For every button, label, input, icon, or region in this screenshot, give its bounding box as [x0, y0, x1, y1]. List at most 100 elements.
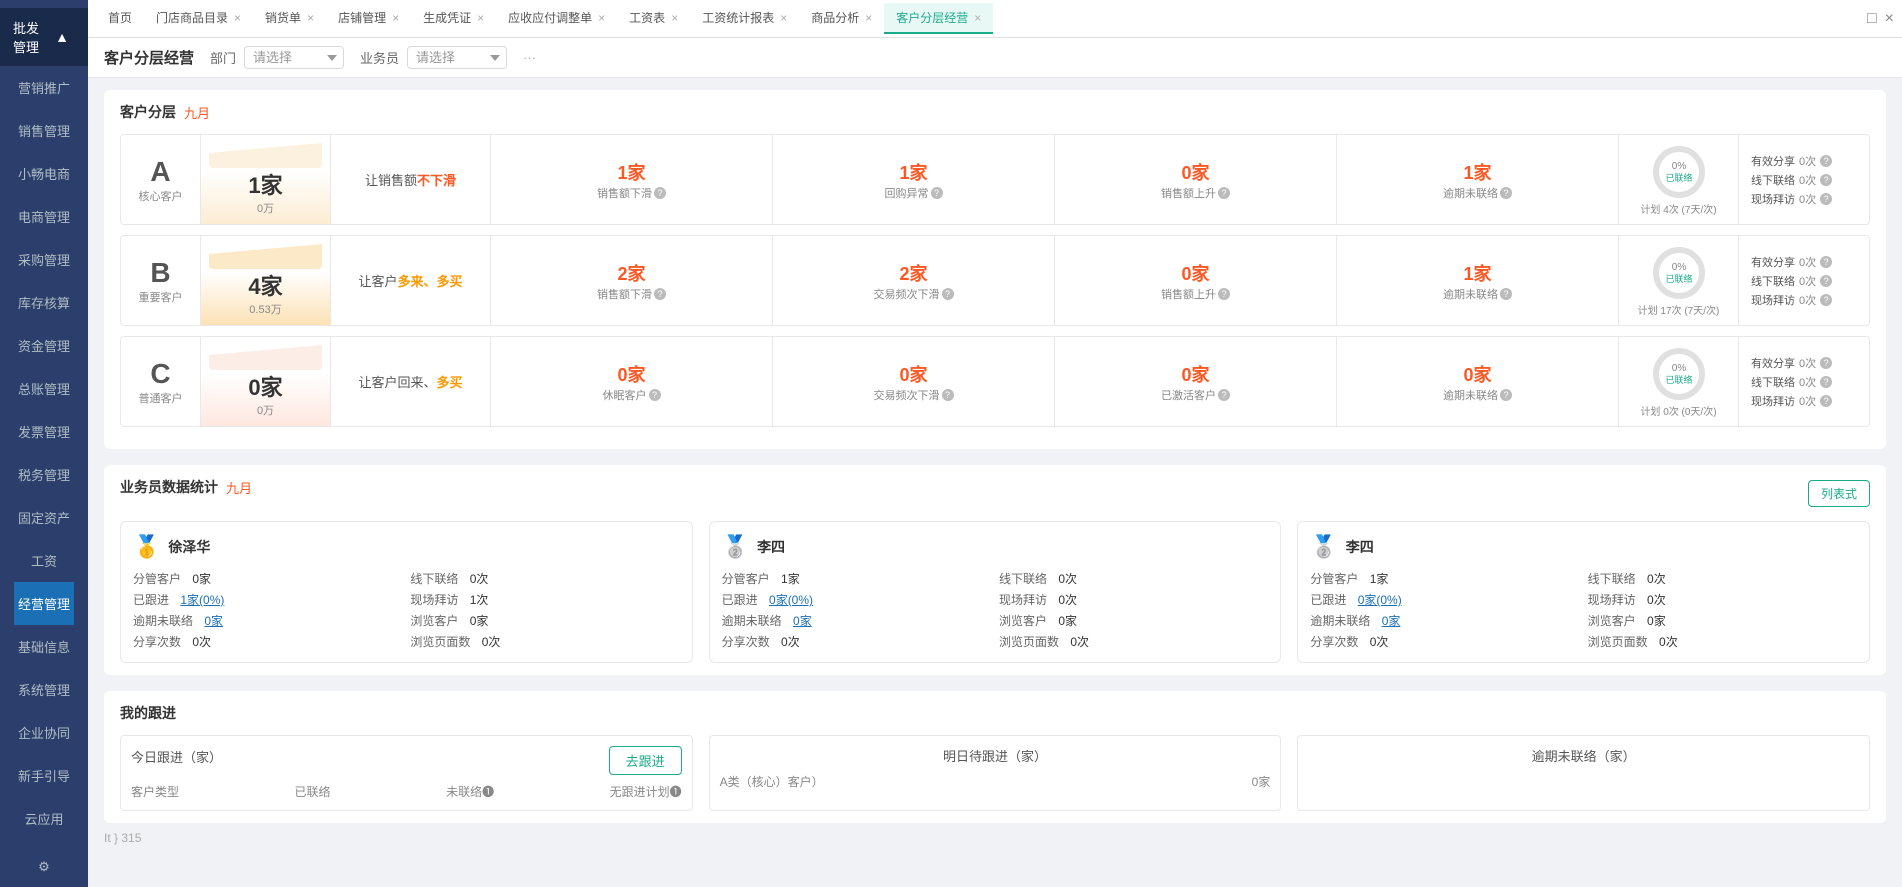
sidebar-item-qiye[interactable]: 企业协同	[14, 711, 74, 754]
tier-count-B[interactable]: 4家 0.53万	[201, 236, 331, 325]
tier-count-C[interactable]: 0家 0万	[201, 337, 331, 426]
tier-stat-C-1[interactable]: 0家 交易频次下滑 ?	[773, 337, 1055, 426]
biz-stat-val-staff3-2-1: 0家	[1647, 612, 1666, 629]
tab-close-payroll[interactable]: ×	[671, 11, 678, 25]
tab-close-customer_tier[interactable]: ×	[974, 11, 981, 25]
sidebar-item-zijin[interactable]: 资金管理	[14, 324, 74, 367]
tab-customer_tier[interactable]: 客户分层经营×	[884, 3, 993, 34]
tier-stat-label-B-3: 逾期未联络 ?	[1443, 286, 1512, 302]
more-filters-icon[interactable]: ···	[523, 50, 536, 65]
tier-letter-B: B	[150, 257, 170, 289]
dept-filter-group: 部门 请选择	[210, 46, 344, 69]
tab-payroll[interactable]: 工资表×	[617, 3, 690, 34]
tab-close-ar_adjust[interactable]: ×	[598, 11, 605, 25]
sidebar-item-xinshou[interactable]: 新手引导	[14, 754, 74, 797]
tier-row-C: C普通客户 0家 0万 让客户回来、多买 0家 休眠客户 ? 0家 交易频次下滑…	[120, 336, 1870, 427]
tab-home[interactable]: 首页	[96, 3, 144, 34]
sidebar-item-caigou[interactable]: 采购管理	[14, 238, 74, 281]
tab-ar_adjust[interactable]: 应收应付调整单×	[496, 3, 617, 34]
biz-stat-val-staff3-1-0[interactable]: 0家(0%)	[1358, 591, 1402, 608]
list-view-button[interactable]: 列表式	[1808, 480, 1870, 507]
sidebar-item-gudingzichan[interactable]: 固定资产	[14, 496, 74, 539]
tab-close-store_products[interactable]: ×	[234, 11, 241, 25]
sidebar-item-yun[interactable]: 云应用	[14, 797, 74, 840]
tab-close-sales_order[interactable]: ×	[307, 11, 314, 25]
right-stat-C-0: 有效分享 0次 ?	[1751, 355, 1857, 371]
tab-voucher[interactable]: 生成凭证×	[411, 3, 496, 34]
tab-store_products[interactable]: 门店商品目录×	[144, 3, 253, 34]
tab-sales_order[interactable]: 销货单×	[253, 3, 326, 34]
sidebar-settings[interactable]: ⚙	[0, 847, 88, 887]
biz-stat-val-staff1-0-0: 0家	[192, 570, 211, 587]
tier-stat-A-0[interactable]: 1家 销售额下滑 ?	[491, 135, 773, 224]
info-icon-B-3: ?	[1500, 288, 1512, 300]
sidebar-item-gongzi[interactable]: 工资	[14, 539, 74, 582]
sidebar-item-xiaodian[interactable]: 小畅电商	[14, 152, 74, 195]
tier-stat-C-2[interactable]: 0家 已激活客户 ?	[1055, 337, 1337, 426]
sidebar-item-jingying[interactable]: 经营管理	[14, 582, 74, 625]
tier-count-A[interactable]: 1家 0万	[201, 135, 331, 224]
info-icon-B-2: ?	[1218, 288, 1230, 300]
circle-chart-C: 0% 已联络	[1650, 345, 1708, 403]
tier-stat-A-1[interactable]: 1家 回购异常 ?	[773, 135, 1055, 224]
biz-stat-label-staff2-0-1: 线下联络	[999, 570, 1047, 587]
tier-stat-A-2[interactable]: 0家 销售额上升 ?	[1055, 135, 1337, 224]
close-window-icon[interactable]: ×	[1885, 10, 1894, 28]
biz-stat-val-staff2-0-0: 1家	[781, 570, 800, 587]
sidebar-item-zhangbu[interactable]: 总账管理	[14, 367, 74, 410]
tab-bar: 首页门店商品目录×销货单×店铺管理×生成凭证×应收应付调整单×工资表×工资统计报…	[88, 0, 1902, 38]
staff-label: 业务员	[360, 48, 399, 67]
biz-stat-label-staff3-1-0: 已跟进	[1310, 591, 1346, 608]
sidebar-item-shuiwu[interactable]: 税务管理	[14, 453, 74, 496]
biz-stat-val-staff1-3-0: 0次	[192, 633, 211, 650]
tier-circle-B[interactable]: 0% 已联络 计划 17次 (7天/次)	[1619, 236, 1739, 325]
tab-close-payroll_report[interactable]: ×	[780, 11, 787, 25]
tier-circle-C[interactable]: 0% 已联络 计划 0次 (0天/次)	[1619, 337, 1739, 426]
restore-icon[interactable]: □	[1867, 10, 1877, 28]
tab-payroll_report[interactable]: 工资统计报表×	[690, 3, 799, 34]
goto-followup-button[interactable]: 去跟进	[609, 746, 682, 775]
page-title: 客户分层经营	[104, 47, 194, 68]
customer-month-badge: 九月	[184, 103, 210, 122]
right-stat-info-A-2: ?	[1820, 193, 1832, 205]
tab-close-product_analysis[interactable]: ×	[865, 11, 872, 25]
tier-stat-B-3[interactable]: 1家 逾期未联络 ?	[1337, 236, 1619, 325]
tier-stat-A-3[interactable]: 1家 逾期未联络 ?	[1337, 135, 1619, 224]
biz-stat-val-staff3-2-0[interactable]: 0家	[1382, 612, 1401, 629]
tier-slogan-B: 让客户多来、多买	[331, 236, 491, 325]
biz-stat-val-staff1-1-0[interactable]: 1家(0%)	[180, 591, 224, 608]
tier-stat-C-0[interactable]: 0家 休眠客户 ?	[491, 337, 773, 426]
staff-name-staff2: 李四	[757, 537, 785, 557]
biz-stat-val-staff1-2-0[interactable]: 0家	[204, 612, 223, 629]
tier-stat-B-2[interactable]: 0家 销售额上升 ?	[1055, 236, 1337, 325]
right-stat-C-1: 线下联络 0次 ?	[1751, 374, 1857, 390]
sidebar-item-xitong[interactable]: 系统管理	[14, 668, 74, 711]
tab-close-store_mgmt[interactable]: ×	[392, 11, 399, 25]
sidebar-item-dianshang[interactable]: 电商管理	[14, 195, 74, 238]
biz-stat-label-staff2-1-1: 现场拜访	[999, 591, 1047, 608]
staff-select[interactable]: 请选择	[407, 46, 507, 69]
tier-name-A: 核心客户	[139, 188, 183, 204]
biz-stat-val-staff2-2-0[interactable]: 0家	[793, 612, 812, 629]
sidebar-item-kucun[interactable]: 库存核算	[14, 281, 74, 324]
biz-stat-staff2-0-0: 分管客户 1家	[722, 570, 991, 587]
biz-stat-val-staff2-1-0[interactable]: 0家(0%)	[769, 591, 813, 608]
biz-stats-grid-staff3: 分管客户 1家线下联络 0次已跟进 0家(0%)现场拜访 0次逾期未联络 0家浏…	[1310, 570, 1857, 650]
tab-close-voucher[interactable]: ×	[477, 11, 484, 25]
tier-circle-A[interactable]: 0% 已联络 计划 4次 (7天/次)	[1619, 135, 1739, 224]
tier-stat-label-A-1: 回购异常 ?	[885, 185, 943, 201]
tier-stat-B-0[interactable]: 2家 销售额下滑 ?	[491, 236, 773, 325]
sidebar-item-yingxiao[interactable]: 营销推广	[14, 66, 74, 109]
sidebar-item-xiaoshou[interactable]: 销售管理	[14, 109, 74, 152]
tab-store_mgmt[interactable]: 店铺管理×	[326, 3, 411, 34]
sidebar-collapse-icon[interactable]: ▲	[44, 29, 80, 45]
biz-stat-val-staff1-2-1: 0家	[470, 612, 489, 629]
biz-stat-label-staff3-0-1: 线下联络	[1588, 570, 1636, 587]
tab-product_analysis[interactable]: 商品分析×	[799, 3, 884, 34]
right-stat-info-B-0: ?	[1820, 256, 1832, 268]
sidebar-item-fapiao[interactable]: 发票管理	[14, 410, 74, 453]
dept-select[interactable]: 请选择	[244, 46, 344, 69]
sidebar-item-jichu[interactable]: 基础信息	[14, 625, 74, 668]
tier-stat-C-3[interactable]: 0家 逾期未联络 ?	[1337, 337, 1619, 426]
tier-stat-B-1[interactable]: 2家 交易频次下滑 ?	[773, 236, 1055, 325]
